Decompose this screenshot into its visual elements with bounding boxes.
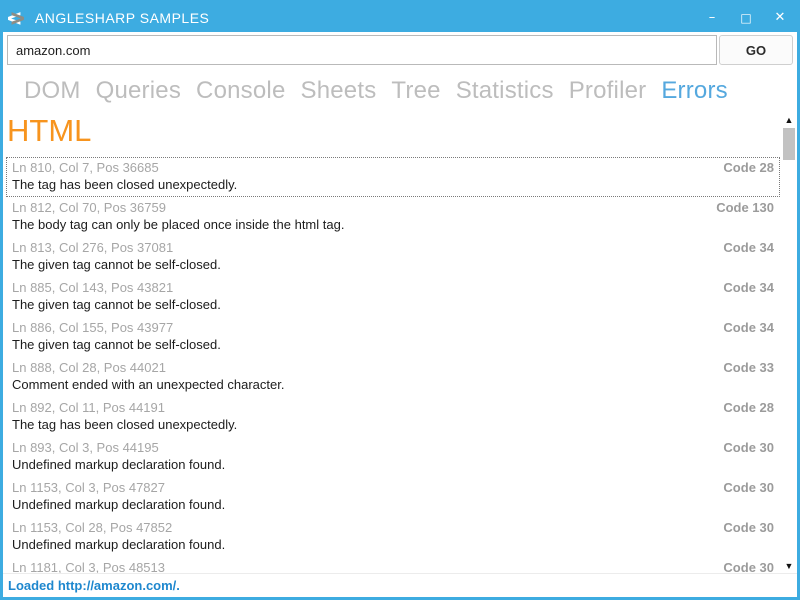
status-bar: Loaded http://amazon.com/. (3, 573, 797, 597)
error-location: Ln 1153, Col 28, Pos 47852 (12, 519, 173, 535)
error-code: Code 130 (716, 199, 774, 215)
error-location: Ln 810, Col 7, Pos 36685 (12, 159, 159, 175)
anglesharp-logo-icon: < > (7, 6, 25, 30)
go-button[interactable]: GO (719, 35, 793, 65)
maximize-icon[interactable]: □ (729, 3, 763, 32)
error-panel: HTML Ln 810, Col 7, Pos 36685 Code 28 The … (3, 113, 781, 573)
error-code: Code 30 (723, 559, 774, 573)
vertical-scrollbar[interactable]: ▲ ▼ (781, 113, 797, 573)
window-controls: – □ ✕ (695, 3, 797, 32)
error-message: Undefined markup declaration found. (12, 536, 226, 552)
error-location: Ln 888, Col 28, Pos 44021 (12, 359, 166, 375)
error-row[interactable]: Ln 886, Col 155, Pos 43977 Code 34 The giv… (6, 317, 780, 357)
error-row[interactable]: Ln 813, Col 276, Pos 37081 Code 34 The giv… (6, 237, 780, 277)
address-bar: GO (3, 32, 797, 69)
tab-sheets[interactable]: Sheets (301, 77, 377, 105)
error-location: Ln 892, Col 11, Pos 44191 (12, 399, 165, 415)
status-text: Loaded http://amazon.com/. (8, 578, 180, 593)
tab-queries[interactable]: Queries (96, 77, 181, 105)
section-title: HTML (7, 113, 92, 148)
error-code: Code 28 (723, 399, 774, 415)
error-message: Undefined markup declaration found. (12, 496, 226, 512)
tab-statistics[interactable]: Statistics (456, 77, 554, 105)
error-code: Code 34 (723, 319, 774, 335)
tab-bar: DOM Queries Console Sheets Tree Statistics Pro… (3, 69, 797, 113)
error-message: The given tag cannot be self-closed. (12, 256, 221, 272)
tab-tree[interactable]: Tree (391, 77, 440, 105)
error-location: Ln 812, Col 70, Pos 36759 (12, 199, 166, 215)
error-message: Comment ended with an unexpected charact… (12, 376, 285, 392)
error-message: The body tag can only be placed once ins… (12, 216, 345, 232)
tab-dom[interactable]: DOM (24, 77, 81, 105)
close-icon[interactable]: ✕ (763, 3, 797, 32)
error-message: The given tag cannot be self-closed. (12, 296, 221, 312)
error-code: Code 33 (723, 359, 774, 375)
error-location: Ln 1181, Col 3, Pos 48513 (12, 559, 165, 573)
error-code: Code 34 (723, 279, 774, 295)
error-row[interactable]: Ln 1153, Col 3, Pos 47827 Code 30 Undefine… (6, 477, 780, 517)
error-code: Code 30 (723, 479, 774, 495)
scroll-up-icon[interactable]: ▲ (785, 115, 794, 125)
error-row[interactable]: Ln 1153, Col 28, Pos 47852 Code 30 Undefin… (6, 517, 780, 557)
error-list: Ln 810, Col 7, Pos 36685 Code 28 The tag h… (6, 156, 780, 573)
titlebar: < > ANGLESHARP SAMPLES – □ ✕ (3, 3, 797, 32)
app-window: < > ANGLESHARP SAMPLES – □ ✕ GO DOM Queri… (0, 0, 800, 600)
error-location: Ln 886, Col 155, Pos 43977 (12, 319, 174, 335)
error-row[interactable]: Ln 888, Col 28, Pos 44021 Code 33 Comment … (6, 357, 780, 397)
error-row[interactable]: Ln 812, Col 70, Pos 36759 Code 130 The bod… (6, 197, 780, 237)
error-code: Code 30 (723, 519, 774, 535)
error-row[interactable]: Ln 893, Col 3, Pos 44195 Code 30 Undefined… (6, 437, 780, 477)
logo-right-bracket: > (10, 3, 25, 32)
error-row[interactable]: Ln 810, Col 7, Pos 36685 Code 28 The tag h… (6, 156, 780, 197)
error-code: Code 28 (723, 159, 774, 175)
error-row[interactable]: Ln 885, Col 143, Pos 43821 Code 34 The giv… (6, 277, 780, 317)
error-code: Code 34 (723, 239, 774, 255)
tab-profiler[interactable]: Profiler (569, 77, 647, 105)
error-message: The tag has been closed unexpectedly. (12, 416, 238, 432)
content-area: HTML Ln 810, Col 7, Pos 36685 Code 28 The … (3, 113, 797, 573)
error-location: Ln 1153, Col 3, Pos 47827 (12, 479, 165, 495)
error-location: Ln 893, Col 3, Pos 44195 (12, 439, 159, 455)
error-code: Code 30 (723, 439, 774, 455)
error-location: Ln 813, Col 276, Pos 37081 (12, 239, 174, 255)
url-input[interactable] (7, 35, 717, 65)
tab-console[interactable]: Console (196, 77, 285, 105)
minimize-icon[interactable]: – (695, 3, 729, 32)
error-location: Ln 885, Col 143, Pos 43821 (12, 279, 174, 295)
error-message: Undefined markup declaration found. (12, 456, 226, 472)
error-message: The given tag cannot be self-closed. (12, 336, 221, 352)
error-row[interactable]: Ln 1181, Col 3, Pos 48513 Code 30 (6, 557, 780, 573)
window-title: ANGLESHARP SAMPLES (34, 9, 210, 26)
error-message: The tag has been closed unexpectedly. (12, 176, 238, 192)
error-row[interactable]: Ln 892, Col 11, Pos 44191 Code 28 The tag … (6, 397, 780, 437)
scroll-down-icon[interactable]: ▼ (785, 561, 794, 571)
tab-errors[interactable]: Errors (661, 77, 728, 105)
scrollbar-thumb[interactable] (783, 128, 795, 160)
